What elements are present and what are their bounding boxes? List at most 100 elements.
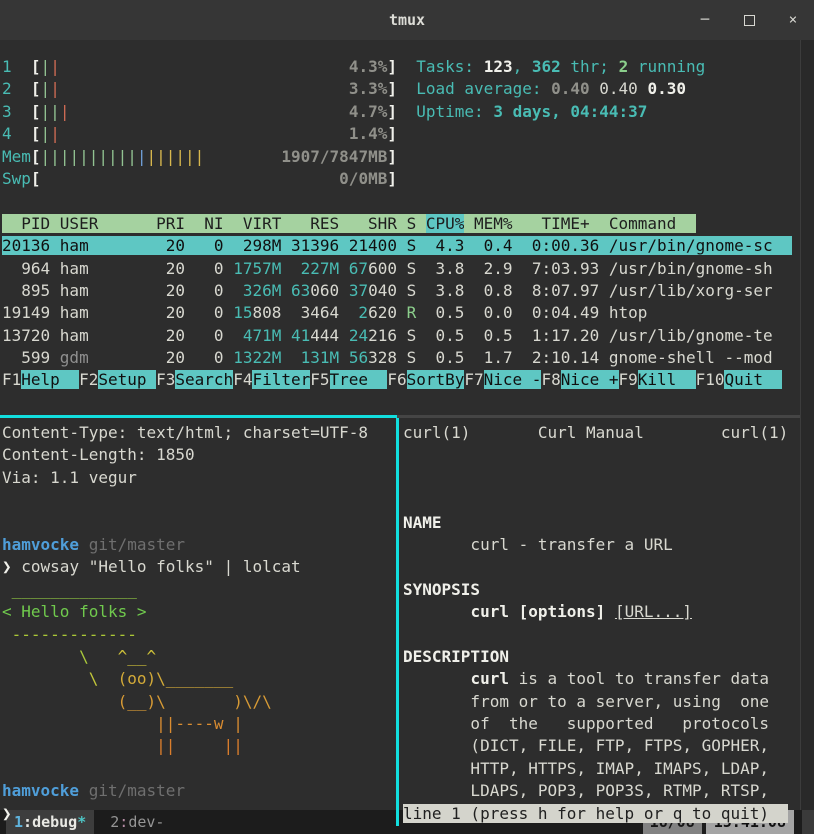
fkey-filter: Filter <box>252 370 310 389</box>
prompt-chevron: ❯ <box>2 557 12 576</box>
text-segment: Mem <box>2 147 31 166</box>
fkey-label: F3 <box>156 370 175 389</box>
text-segment: 24 <box>349 326 368 345</box>
text-segment: | <box>41 79 51 98</box>
text-segment: 41 <box>291 326 310 345</box>
fkey-setup: Setup <box>98 370 156 389</box>
cpu-meter-2: 2 [|| 3.3%] Load average: 0.40 0.40 0.30 <box>2 78 814 100</box>
text-segment <box>79 535 89 554</box>
text-segment: 3.3% <box>349 79 388 98</box>
htop-pane[interactable]: 1 [|| 4.3%] Tasks: 123, 362 thr; 2 runni… <box>0 40 814 415</box>
man-pager-status: line 1 (press h for help or q to quit) <box>403 803 814 825</box>
text-segment: thr; <box>561 57 619 76</box>
text-segment: || || <box>2 736 243 755</box>
blank-line <box>403 467 814 489</box>
text-segment: ^__^ <box>118 647 157 666</box>
text-segment: LDAPS, POP3, POP3S, RTMP, RTSP, <box>403 781 769 800</box>
window-controls: ─ × <box>696 0 802 40</box>
text-segment: [ <box>31 124 41 143</box>
blank-line <box>2 512 396 534</box>
text-segment: 1757M <box>233 259 281 278</box>
fkey-tree: Tree <box>330 370 388 389</box>
text-segment: 63 <box>291 281 310 300</box>
man-pane[interactable]: curl(1) Curl Manual curl(1)NAME curl - t… <box>399 418 814 826</box>
blank-line <box>403 444 814 466</box>
text-segment: (__)\ )\/\ <box>2 692 272 711</box>
text-segment <box>60 79 349 98</box>
process-row[interactable]: 19149 ham 20 0 15808 3464 2620 R 0.5 0.0… <box>2 302 814 324</box>
fkey-quit: Quit <box>724 370 782 389</box>
man-section-heading: NAME <box>403 512 814 534</box>
text-segment: PID USER PRI NI VIRT RES SHR S <box>2 214 426 233</box>
text-segment: | <box>50 79 60 98</box>
text-segment <box>41 169 340 188</box>
man-text: curl [options] [URL...] <box>403 601 814 623</box>
cpu-meter-3: 3 [||| 4.7%] Uptime: 3 days, 04:44:37 <box>2 101 814 123</box>
fkey-menu[interactable]: F1Help F2Setup F3SearchF4FilterF5Tree F6… <box>2 369 814 391</box>
process-row[interactable]: 895 ham 20 0 326M 63060 37040 S 3.8 0.8 … <box>2 280 814 302</box>
cowsay-cow: (__)\ )\/\ <box>2 691 396 713</box>
git-branch: git/master <box>89 781 185 800</box>
process-row[interactable]: 964 ham 20 0 1757M 227M 67600 S 3.8 2.9 … <box>2 258 814 280</box>
text-segment: R <box>407 303 417 322</box>
terminal-area[interactable]: 1 [|| 4.3%] Tasks: 123, 362 thr; 2 runni… <box>0 40 814 810</box>
text-segment: curl <box>470 669 509 688</box>
text-segment: SYNOPSIS <box>403 580 480 599</box>
text-segment <box>281 259 300 278</box>
fkey-label: F1 <box>2 370 21 389</box>
text-segment: ||----w | <box>2 714 243 733</box>
text-segment: | <box>60 102 70 121</box>
process-table-header[interactable]: PID USER PRI NI VIRT RES SHR S CPU% MEM%… <box>2 213 814 235</box>
text-segment <box>339 326 349 345</box>
text-segment: 20 0 <box>89 348 234 367</box>
text-segment: 4.7% <box>349 102 388 121</box>
close-button[interactable]: × <box>784 0 802 40</box>
text-segment <box>339 281 349 300</box>
text-segment <box>79 781 89 800</box>
text-segment: 123 <box>484 57 513 76</box>
man-text: of the supported protocols <box>403 713 814 735</box>
shell-pane[interactable]: Content-Type: text/html; charset=UTF-8Co… <box>0 418 396 826</box>
text-segment: 15 <box>233 303 252 322</box>
cpu-meter-4: 4 [|| 1.4%] <box>2 123 814 145</box>
text-segment: [ <box>31 147 41 166</box>
text-segment: from or to a server, using one <box>403 692 769 711</box>
prompt-user: hamvocke <box>2 535 79 554</box>
man-text: LDAPS, POP3, POP3S, RTMP, RTSP, <box>403 780 814 802</box>
text-segment: Via: 1.1 vegur <box>2 468 137 487</box>
process-row[interactable]: 13720 ham 20 0 471M 41444 24216 S 0.5 0.… <box>2 325 814 347</box>
scrollbar-gutter[interactable] <box>800 40 814 810</box>
text-segment: 227M <box>301 259 340 278</box>
text-segment: (oo)\_______ <box>118 669 234 688</box>
text-segment <box>403 602 470 621</box>
maximize-button[interactable] <box>740 0 758 40</box>
cowsay-cow: || || <box>2 735 396 757</box>
process-row-selected[interactable]: 20136 ham 20 0 298M 31396 21400 S 4.3 0.… <box>2 235 814 257</box>
text-segment: 216 <box>368 326 397 345</box>
text-segment: [ <box>31 102 41 121</box>
text-segment: 060 <box>310 281 339 300</box>
text-segment: 3464 <box>281 303 358 322</box>
text-segment: 471M <box>243 326 282 345</box>
minimize-button[interactable]: ─ <box>696 0 714 40</box>
text-segment: 0.40 <box>599 79 638 98</box>
fkey-sortby: SortBy <box>407 370 465 389</box>
text-segment: |||||| <box>147 147 205 166</box>
text-segment: 13720 ham 20 0 <box>2 326 243 345</box>
man-header: curl(1) Curl Manual curl(1) <box>403 422 814 444</box>
text-segment: 4.3% <box>349 57 388 76</box>
app-window: tmux ─ × 1 [|| 4.3%] Tasks: 123, 362 thr… <box>0 0 814 834</box>
process-row[interactable]: 599 gdm 20 0 1322M 131M 56328 S 0.5 1.7 … <box>2 347 814 369</box>
shell-command: ❯ cowsay "Hello folks" | lolcat <box>2 556 396 578</box>
text-segment: 326M <box>243 281 282 300</box>
text-segment <box>281 281 291 300</box>
text-segment: Tasks: <box>416 57 483 76</box>
fkey-label: F8 <box>541 370 560 389</box>
text-segment: | <box>50 57 60 76</box>
text-segment <box>638 79 648 98</box>
text-segment: 620 <box>368 303 397 322</box>
text-segment <box>204 147 281 166</box>
fkey-label: F2 <box>79 370 98 389</box>
text-segment: ] <box>387 57 397 76</box>
text-segment: 0.30 <box>647 79 686 98</box>
